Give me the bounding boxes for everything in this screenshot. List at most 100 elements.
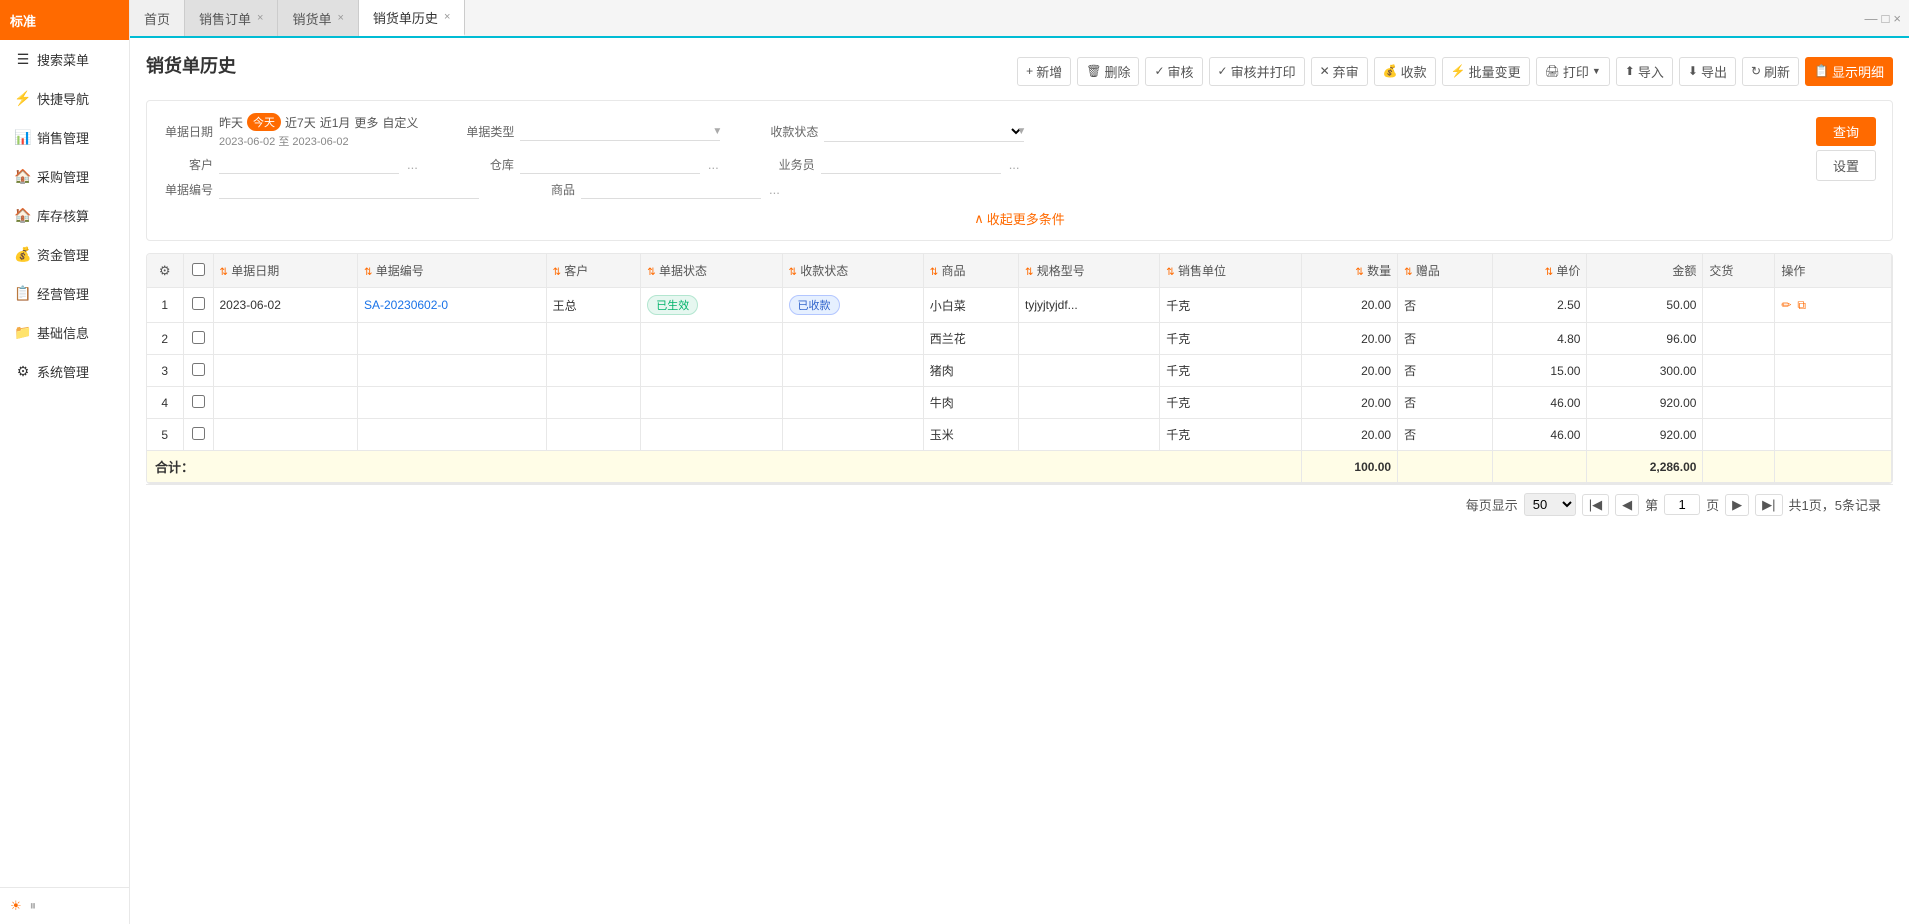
cell-doc-no[interactable] [358,355,547,387]
tab-sales-delivery-close[interactable]: × [337,12,343,24]
th-doc-status[interactable]: ⇅ 单据状态 [641,254,782,288]
cell-doc-no[interactable]: SA-20230602-0 [358,288,547,323]
collect-status-select[interactable] [824,121,1024,142]
abandon-button[interactable]: ✕ 弃审 [1311,57,1368,86]
cell-doc-no[interactable] [358,387,547,419]
print-button[interactable]: 🖨 打印 ▼ [1536,57,1610,86]
doc-type-select[interactable]: ') no-repeat right 4px center; backgroun… [520,122,720,141]
cell-collect-status: 已收款 [782,288,923,323]
page-label: 第 [1645,495,1658,514]
collect-button[interactable]: 💰 收款 [1374,57,1436,86]
th-customer[interactable]: ⇅ 客户 [546,254,641,288]
customer-picker[interactable]: ... [407,157,418,172]
sidebar-item-inventory[interactable]: 🏠 库存核算 [0,196,129,235]
tab-sales-order-close[interactable]: × [257,12,263,24]
doc-no-input[interactable] [219,180,479,199]
cell-row-num: 4 [147,387,183,419]
salesperson-input[interactable] [821,155,1001,174]
refresh-button[interactable]: ↻ 刷新 [1742,57,1799,86]
show-detail-button[interactable]: 📋 显示明细 [1805,57,1893,86]
filter-area: 单据日期 昨天 今天 近7天 近1月 更多 自定义 2 [146,100,1893,241]
sidebar-item-quick-nav[interactable]: ⚡ 快捷导航 [0,79,129,118]
date-today[interactable]: 今天 [247,113,281,131]
warehouse-input[interactable] [520,155,700,174]
filter-warehouse: 仓库 ... [464,155,719,174]
date-yesterday[interactable]: 昨天 [219,114,243,131]
cell-qty: 20.00 [1301,323,1398,355]
cell-checkbox[interactable] [183,419,213,451]
sidebar-item-finance-mgmt[interactable]: 💰 资金管理 [0,235,129,274]
sidebar-bottom-icon2[interactable]: ⏸ [30,898,37,914]
goods-input[interactable] [581,180,761,199]
cell-spec: tyjyjtyjdf... [1019,288,1160,323]
date-1month[interactable]: 近1月 [320,114,351,131]
cell-checkbox[interactable] [183,387,213,419]
tabs-minimize[interactable]: — [1865,11,1878,26]
warehouse-picker[interactable]: ... [708,157,719,172]
system-mgmt-icon: ⚙ [15,364,31,380]
row-edit-icon[interactable]: ✏ [1781,298,1791,313]
cell-doc-no[interactable] [358,323,547,355]
batch-change-button[interactable]: ⚡ 批量变更 [1442,57,1530,86]
th-settings[interactable]: ⚙ [147,254,183,288]
sidebar-item-sales-mgmt[interactable]: 📊 销售管理 [0,118,129,157]
tabs-close[interactable]: × [1893,11,1901,26]
customer-input[interactable] [219,155,399,174]
date-7days[interactable]: 近7天 [285,114,316,131]
tabs-maximize[interactable]: □ [1882,11,1890,26]
goods-picker[interactable]: ... [769,182,780,197]
th-gift[interactable]: ⇅ 赠品 [1398,254,1493,288]
cell-doc-status [641,387,782,419]
tab-sales-order[interactable]: 销售订单 × [185,0,278,36]
sidebar-item-basic-info[interactable]: 📁 基础信息 [0,313,129,352]
tab-sales-delivery[interactable]: 销货单 × [278,0,358,36]
approve-print-button[interactable]: ✓ 审核并打印 [1209,57,1305,86]
th-collect-status[interactable]: ⇅ 收款状态 [782,254,923,288]
new-button[interactable]: + 新增 [1017,57,1071,86]
salesperson-picker[interactable]: ... [1009,157,1020,172]
th-doc-date[interactable]: ⇅ 单据日期 [213,254,358,288]
cell-checkbox[interactable] [183,355,213,387]
cell-doc-no[interactable] [358,419,547,451]
set-button[interactable]: 设置 [1816,150,1876,181]
prev-page-button[interactable]: ◀ [1615,494,1639,516]
th-qty[interactable]: ⇅ 数量 [1301,254,1398,288]
next-page-button[interactable]: ▶ [1725,494,1749,516]
th-goods[interactable]: ⇅ 商品 [923,254,1018,288]
sidebar-item-purchase-mgmt[interactable]: 🏠 采购管理 [0,157,129,196]
th-unit[interactable]: ⇅ 销售单位 [1160,254,1301,288]
export-button[interactable]: ⬇ 导出 [1679,57,1736,86]
delete-button[interactable]: 🗑 删除 [1077,57,1139,86]
date-more[interactable]: 更多 [354,114,378,131]
th-spec[interactable]: ⇅ 规格型号 [1019,254,1160,288]
th-doc-no[interactable]: ⇅ 单据编号 [358,254,547,288]
sidebar-item-system-mgmt[interactable]: ⚙ 系统管理 [0,352,129,391]
date-custom[interactable]: 自定义 [382,114,418,131]
th-price[interactable]: ⇅ 单价 [1492,254,1587,288]
cell-doc-date [213,387,358,419]
row-copy-icon[interactable]: ⧉ [1797,298,1806,313]
last-page-button[interactable]: ▶| [1755,494,1782,516]
cell-qty: 20.00 [1301,387,1398,419]
tab-sales-history[interactable]: 销货单历史 × [359,0,465,36]
sidebar-item-search-menu[interactable]: ☰ 搜索菜单 [0,40,129,79]
cell-row-num: 2 [147,323,183,355]
cell-checkbox[interactable] [183,323,213,355]
cell-customer [546,419,641,451]
cell-checkbox[interactable] [183,288,213,323]
filter-collapse[interactable]: ∧ 收起更多条件 [163,209,1876,228]
sales-mgmt-icon: 📊 [15,130,31,146]
approve-button[interactable]: ✓ 审核 [1145,57,1202,86]
select-all-checkbox[interactable] [192,263,205,276]
import-button[interactable]: ⬆ 导入 [1616,57,1673,86]
tab-home[interactable]: 首页 [130,0,185,36]
page-number-input[interactable] [1664,494,1700,515]
first-page-button[interactable]: |◀ [1582,494,1609,516]
sidebar-item-operations-mgmt[interactable]: 📋 经营管理 [0,274,129,313]
tab-sales-history-close[interactable]: × [444,11,450,23]
sidebar-bottom-icon1[interactable]: ☀ [10,898,22,914]
page-size-select[interactable]: 50 10 20 100 [1524,493,1576,516]
query-button[interactable]: 查询 [1816,117,1876,146]
collect-status-label: 收款状态 [768,123,818,140]
footer-total-amount: 2,286.00 [1587,451,1703,483]
